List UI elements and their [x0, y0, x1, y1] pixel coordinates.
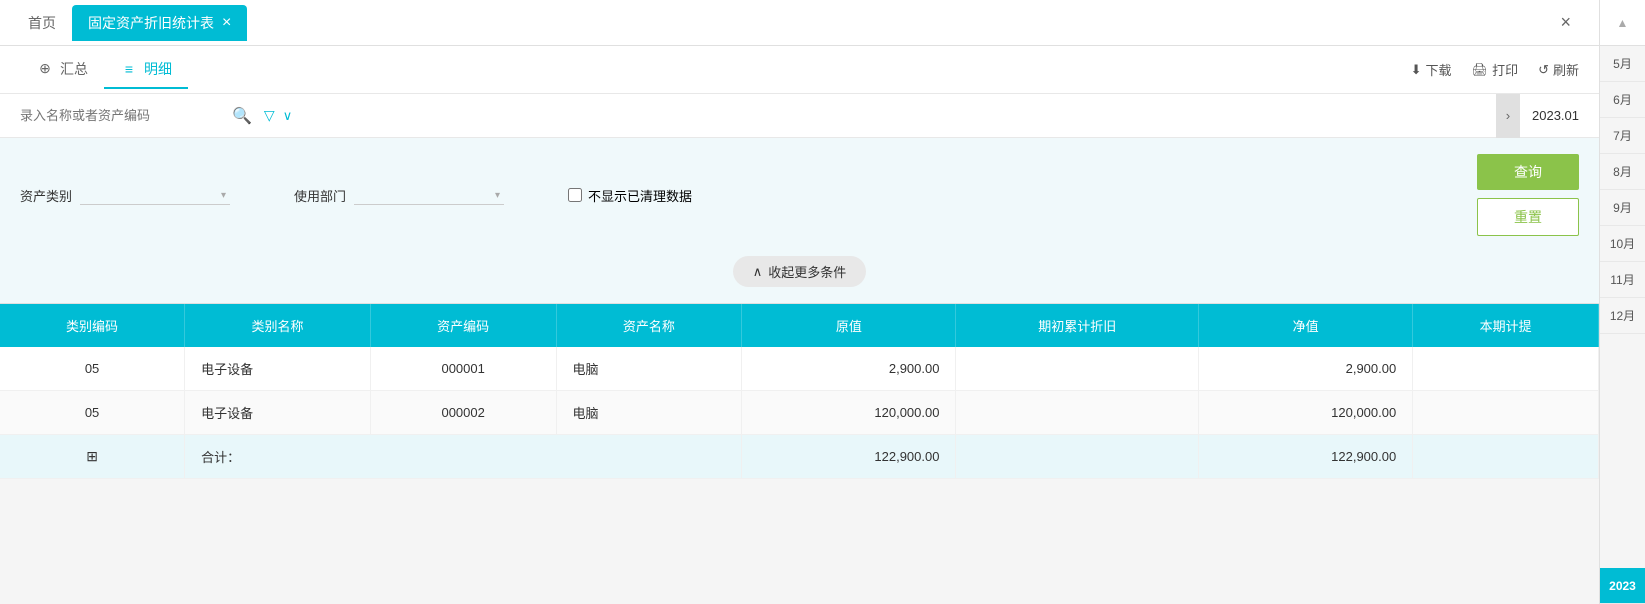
reset-button[interactable]: 重置 — [1477, 198, 1579, 236]
col-header-net-value: 净值 — [1198, 304, 1412, 347]
department-select-wrapper: ▾ — [354, 185, 504, 205]
toolbar-actions: ⬇ 下载 🖨 打印 ↺ 刷新 — [1411, 60, 1579, 79]
collapse-icon: ∧ — [753, 264, 763, 280]
data-table-container: 类别编码 类别名称 资产编码 资产名称 原值 期初累计折旧 净值 本期计提 05 — [0, 304, 1599, 479]
month-item-12[interactable]: 12月 — [1600, 298, 1645, 334]
cell-accumulated-depreciation — [956, 391, 1199, 435]
year-label[interactable]: 2023 — [1600, 568, 1645, 604]
top-nav: 首页 固定资产折旧统计表 × × — [0, 0, 1599, 46]
filter-actions: 查询 重置 — [1477, 154, 1579, 236]
refresh-icon: ↺ — [1538, 62, 1549, 78]
department-label: 使用部门 — [294, 186, 346, 205]
table-body: 05 电子设备 000001 电脑 2,900.00 2,900.00 05 电… — [0, 347, 1599, 479]
table-total-row: ⊞ 合计： 122,900.00 122,900.00 — [0, 435, 1599, 479]
table-row: 05 电子设备 000002 电脑 120,000.00 120,000.00 — [0, 391, 1599, 435]
chevron-down-icon: ∨ — [283, 108, 293, 124]
tab-summary[interactable]: ⊕ 汇总 — [20, 51, 104, 89]
cell-asset-code: 000002 — [370, 391, 556, 435]
search-bar: 🔍 ▽ ∨ › 2023.01 — [0, 94, 1599, 138]
collapse-conditions-button[interactable]: ∧ 收起更多条件 — [733, 256, 867, 287]
filter-section: 资产类别 ▾ 使用部门 ▾ — [0, 138, 1599, 304]
cell-accumulated-depreciation — [956, 347, 1199, 391]
cell-category-code: 05 — [0, 347, 185, 391]
collapse-right-panel-button[interactable]: › — [1496, 94, 1520, 138]
total-original-value: 122,900.00 — [742, 435, 956, 479]
cell-asset-name: 电脑 — [556, 347, 742, 391]
table-header: 类别编码 类别名称 资产编码 资产名称 原值 期初累计折旧 净值 本期计提 — [0, 304, 1599, 347]
col-header-asset-code: 资产编码 — [370, 304, 556, 347]
department-filter: 使用部门 ▾ — [294, 185, 504, 205]
right-panel: ▲ 5月 6月 7月 8月 9月 10月 11月 12月 2023 — [1599, 0, 1645, 604]
detail-icon: ≡ — [120, 60, 138, 78]
summary-icon: ⊕ — [36, 60, 54, 78]
month-item-11[interactable]: 11月 — [1600, 262, 1645, 298]
month-item-6[interactable]: 6月 — [1600, 82, 1645, 118]
asset-category-label: 资产类别 — [20, 186, 72, 205]
total-current-period — [1413, 435, 1599, 479]
scroll-up-button[interactable]: ▲ — [1617, 16, 1629, 30]
cell-asset-name: 电脑 — [556, 391, 742, 435]
download-icon: ⬇ — [1411, 62, 1422, 78]
print-icon: 🖨 — [1472, 62, 1489, 78]
col-header-original-value: 原值 — [742, 304, 956, 347]
cell-current-period — [1413, 391, 1599, 435]
total-net-value: 122,900.00 — [1198, 435, 1412, 479]
cell-net-value: 2,900.00 — [1198, 347, 1412, 391]
right-panel-top: ▲ — [1600, 0, 1645, 46]
asset-category-select[interactable] — [80, 185, 230, 205]
month-item-9[interactable]: 9月 — [1600, 190, 1645, 226]
hide-cleared-filter: 不显示已清理数据 — [568, 186, 692, 205]
home-link[interactable]: 首页 — [16, 13, 68, 33]
search-input[interactable] — [20, 108, 220, 123]
total-icon-cell: ⊞ — [0, 435, 185, 479]
cell-original-value: 2,900.00 — [742, 347, 956, 391]
cell-net-value: 120,000.00 — [1198, 391, 1412, 435]
col-header-accumulated-depreciation: 期初累计折旧 — [956, 304, 1199, 347]
total-label: 合计： — [185, 435, 742, 479]
search-icon[interactable]: 🔍 — [232, 106, 252, 126]
month-item-7[interactable]: 7月 — [1600, 118, 1645, 154]
col-header-current-period: 本期计提 — [1413, 304, 1599, 347]
asset-category-filter: 资产类别 ▾ — [20, 185, 230, 205]
month-item-10[interactable]: 10月 — [1600, 226, 1645, 262]
cell-original-value: 120,000.00 — [742, 391, 956, 435]
query-button[interactable]: 查询 — [1477, 154, 1579, 190]
cell-category-code: 05 — [0, 391, 185, 435]
month-item-8[interactable]: 8月 — [1600, 154, 1645, 190]
tab-label: 固定资产折旧统计表 — [88, 13, 214, 33]
more-conditions-button[interactable]: ▽ ∨ — [264, 107, 292, 124]
cell-category-name: 电子设备 — [185, 391, 371, 435]
col-header-asset-name: 资产名称 — [556, 304, 742, 347]
active-tab: 固定资产折旧统计表 × — [72, 5, 247, 41]
print-button[interactable]: 🖨 打印 — [1472, 60, 1519, 79]
download-button[interactable]: ⬇ 下载 — [1411, 60, 1452, 79]
data-table: 类别编码 类别名称 资产编码 资产名称 原值 期初累计折旧 净值 本期计提 05 — [0, 304, 1599, 479]
refresh-button[interactable]: ↺ 刷新 — [1538, 60, 1579, 79]
toolbar: ⊕ 汇总 ≡ 明细 ⬇ 下载 🖨 打印 ↺ 刷新 — [0, 46, 1599, 94]
col-header-category-code: 类别编码 — [0, 304, 185, 347]
tab-close-button[interactable]: × — [222, 15, 231, 31]
hide-cleared-checkbox[interactable] — [568, 188, 582, 202]
department-select[interactable] — [354, 185, 504, 205]
tab-detail[interactable]: ≡ 明细 — [104, 51, 188, 89]
cell-asset-code: 000001 — [370, 347, 556, 391]
hide-cleared-label: 不显示已清理数据 — [588, 186, 692, 205]
total-icon: ⊞ — [86, 448, 98, 464]
cell-current-period — [1413, 347, 1599, 391]
month-item-5[interactable]: 5月 — [1600, 46, 1645, 82]
filter-row: 资产类别 ▾ 使用部门 ▾ — [20, 154, 1579, 236]
window-close-button[interactable]: × — [1548, 12, 1583, 33]
cell-category-name: 电子设备 — [185, 347, 371, 391]
table-row: 05 电子设备 000001 电脑 2,900.00 2,900.00 — [0, 347, 1599, 391]
date-display: 2023.01 — [1532, 108, 1579, 123]
col-header-category-name: 类别名称 — [185, 304, 371, 347]
filter-icon: ▽ — [264, 107, 275, 124]
asset-category-select-wrapper: ▾ — [80, 185, 230, 205]
total-accumulated-depreciation — [956, 435, 1199, 479]
